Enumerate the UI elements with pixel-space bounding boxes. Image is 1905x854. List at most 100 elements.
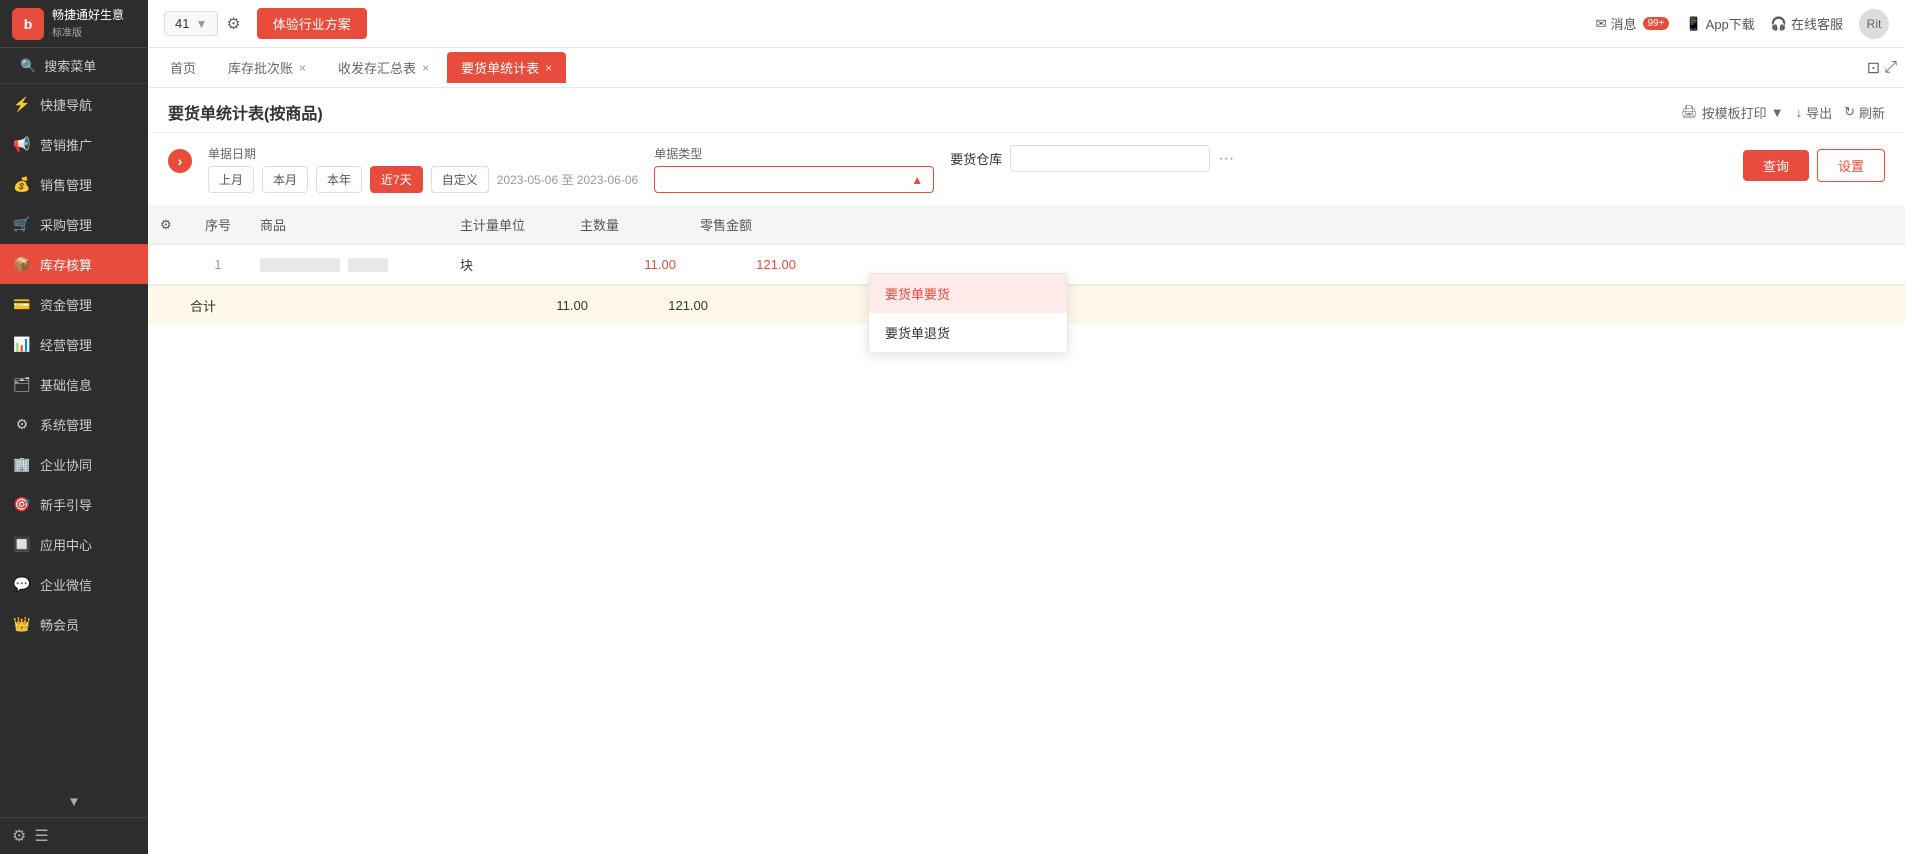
doc-type-dropdown: 要货单要货 要货单退货 bbox=[868, 273, 1068, 353]
sidebar-label-app-center: 应用中心 bbox=[40, 535, 92, 554]
date-prev-month-btn[interactable]: 上月 bbox=[208, 166, 254, 193]
query-btn[interactable]: 查询 bbox=[1743, 150, 1809, 181]
filter-bar: › 单据日期 上月 本月 本年 近7天 自定义 2023-05-06 至 202… bbox=[148, 133, 1905, 205]
sidebar-item-system[interactable]: ⚙ 系统管理 bbox=[0, 404, 148, 444]
col-index: 序号 bbox=[188, 205, 248, 245]
sidebar-label-info: 基础信息 bbox=[40, 375, 92, 394]
sidebar-item-quick-nav[interactable]: ⚡ 快捷导航 bbox=[0, 84, 148, 124]
sidebar-item-enterprise[interactable]: 🏢 企业协同 bbox=[0, 444, 148, 484]
sidebar-label-business: 经营管理 bbox=[40, 335, 92, 354]
tab-order-summary-close[interactable]: × bbox=[545, 61, 552, 75]
cell-index: 1 bbox=[188, 245, 248, 285]
refresh-icon: ↻ bbox=[1844, 104, 1855, 120]
print-template-btn[interactable]: 🖨 按模板打印 ▼ bbox=[1681, 103, 1783, 122]
message-action[interactable]: ✉ 消息 99+ bbox=[1596, 14, 1670, 33]
message-badge: 99+ bbox=[1643, 17, 1670, 30]
sidebar-item-app-center[interactable]: 🔲 应用中心 bbox=[0, 524, 148, 564]
tab-receive-summary-close[interactable]: × bbox=[422, 61, 429, 75]
system-icon: ⚙ bbox=[12, 414, 32, 434]
sidebar-item-sales[interactable]: 💰 销售管理 bbox=[0, 164, 148, 204]
select-arrow-up-icon: ▲ bbox=[911, 173, 923, 187]
sidebar: b 畅捷通好生意 标准版 🔍 搜索菜单 ⚡ 快捷导航 📢 营销推广 💰 销售管理… bbox=[0, 0, 148, 854]
col-amount: 零售金额 bbox=[688, 205, 808, 245]
col-product: 商品 bbox=[248, 205, 448, 245]
table-header-row: ⚙ 序号 商品 主计量单位 主数量 零售金额 bbox=[148, 205, 1905, 245]
topbar: 41 ▼ ⚙ 体验行业方案 ✉ 消息 99+ 📱 App下载 🎧 在线客服 Ri… bbox=[148, 0, 1905, 48]
logo-sub: 标准版 bbox=[52, 24, 124, 39]
sidebar-logo: b 畅捷通好生意 标准版 bbox=[0, 0, 148, 48]
tab-receive-summary[interactable]: 收发存汇总表 × bbox=[324, 52, 443, 83]
date-custom-btn[interactable]: 自定义 bbox=[431, 166, 489, 193]
user-avatar[interactable]: Rit bbox=[1859, 9, 1889, 39]
vip-icon: 👑 bbox=[12, 614, 32, 634]
cell-settings bbox=[148, 245, 188, 285]
tabs-bar: 首页 库存批次账 × 收发存汇总表 × 要货单统计表 × ⊡ ⤢ bbox=[148, 48, 1905, 88]
sidebar-label-system: 系统管理 bbox=[40, 415, 92, 434]
content-area: 要货单统计表(按商品) 🖨 按模板打印 ▼ ↓ 导出 ↻ 刷新 › bbox=[148, 88, 1905, 854]
sidebar-item-business[interactable]: 📊 经营管理 bbox=[0, 324, 148, 364]
doc-type-label: 单据类型 bbox=[654, 145, 934, 162]
dropdown-item-order-purchase[interactable]: 要货单要货 bbox=[869, 274, 1067, 313]
date-last-7-btn[interactable]: 近7天 bbox=[370, 166, 423, 193]
sidebar-item-vip[interactable]: 👑 畅会员 bbox=[0, 604, 148, 644]
tab-inventory-batch-close[interactable]: × bbox=[299, 61, 306, 75]
doc-type-select[interactable]: ▲ bbox=[654, 166, 934, 193]
wechat-icon: 💬 bbox=[12, 574, 32, 594]
warehouse-input[interactable] bbox=[1010, 145, 1210, 172]
sidebar-item-wechat[interactable]: 💬 企业微信 bbox=[0, 564, 148, 604]
sidebar-label-sales: 销售管理 bbox=[40, 175, 92, 194]
date-this-month-btn[interactable]: 本月 bbox=[262, 166, 308, 193]
filter-expand-btn[interactable]: › bbox=[168, 149, 192, 173]
tab-home[interactable]: 首页 bbox=[156, 52, 210, 83]
footer-quantity: 11.00 bbox=[480, 298, 600, 313]
sidebar-settings-btn[interactable]: ⚙ bbox=[12, 826, 26, 846]
date-this-year-btn[interactable]: 本年 bbox=[316, 166, 362, 193]
tab-inventory-batch[interactable]: 库存批次账 × bbox=[214, 52, 320, 83]
export-btn[interactable]: ↓ 导出 bbox=[1796, 103, 1833, 122]
inventory-icon: 📦 bbox=[12, 254, 32, 274]
support-icon: 🎧 bbox=[1771, 16, 1787, 32]
cell-product bbox=[248, 245, 448, 285]
sidebar-item-marketing[interactable]: 📢 营销推广 bbox=[0, 124, 148, 164]
tab-fullscreen-btn[interactable]: ⤢ bbox=[1884, 59, 1897, 77]
sidebar-item-inventory[interactable]: 📦 库存核算 bbox=[0, 244, 148, 284]
page-actions: 🖨 按模板打印 ▼ ↓ 导出 ↻ 刷新 bbox=[1681, 103, 1885, 122]
app-download-action[interactable]: 📱 App下载 bbox=[1685, 14, 1754, 33]
store-selector[interactable]: 41 ▼ bbox=[164, 11, 218, 36]
support-action[interactable]: 🎧 在线客服 bbox=[1771, 14, 1843, 33]
info-icon: 🗂 bbox=[12, 374, 32, 394]
finance-icon: 💳 bbox=[12, 294, 32, 314]
sidebar-label-marketing: 营销推广 bbox=[40, 135, 92, 154]
footer-amount: 121.00 bbox=[600, 298, 720, 313]
warehouse-filter: 要货仓库 ··· bbox=[950, 145, 1234, 172]
business-icon: 📊 bbox=[12, 334, 32, 354]
cell-unit: 块 bbox=[448, 245, 568, 285]
sales-icon: 💰 bbox=[12, 174, 32, 194]
sidebar-scroll-down-btn[interactable]: ▼ bbox=[63, 790, 84, 813]
sidebar-menu-btn[interactable]: ☰ bbox=[34, 826, 48, 846]
warehouse-more-icon[interactable]: ··· bbox=[1218, 150, 1234, 168]
product-placeholder-2 bbox=[348, 258, 388, 272]
purchase-icon: 🛒 bbox=[12, 214, 32, 234]
trial-btn[interactable]: 体验行业方案 bbox=[257, 8, 367, 39]
enterprise-icon: 🏢 bbox=[12, 454, 32, 474]
date-range-text: 2023-05-06 至 2023-06-06 bbox=[497, 171, 638, 188]
tab-order-summary[interactable]: 要货单统计表 × bbox=[447, 52, 566, 83]
sidebar-bottom: ⚙ ☰ bbox=[0, 817, 148, 854]
sidebar-item-finance[interactable]: 💳 资金管理 bbox=[0, 284, 148, 324]
topbar-gear-btn[interactable]: ⚙ bbox=[218, 10, 248, 38]
col-settings[interactable]: ⚙ bbox=[148, 205, 188, 245]
support-label: 在线客服 bbox=[1791, 14, 1843, 33]
dropdown-item-order-return[interactable]: 要货单退货 bbox=[869, 313, 1067, 352]
store-name: 41 bbox=[175, 16, 189, 31]
filter-settings-btn[interactable]: 设置 bbox=[1817, 149, 1885, 182]
tab-expand-btn[interactable]: ⊡ bbox=[1867, 58, 1880, 78]
tabs-expand: ⊡ ⤢ bbox=[1867, 58, 1897, 78]
sidebar-item-info[interactable]: 🗂 基础信息 bbox=[0, 364, 148, 404]
sidebar-item-purchase[interactable]: 🛒 采购管理 bbox=[0, 204, 148, 244]
sidebar-label-enterprise: 企业协同 bbox=[40, 455, 92, 474]
refresh-btn[interactable]: ↻ 刷新 bbox=[1844, 103, 1885, 122]
doc-type-input[interactable] bbox=[665, 172, 907, 187]
sidebar-item-guide[interactable]: 🎯 新手引导 bbox=[0, 484, 148, 524]
sidebar-search[interactable]: 🔍 搜索菜单 bbox=[0, 48, 148, 84]
